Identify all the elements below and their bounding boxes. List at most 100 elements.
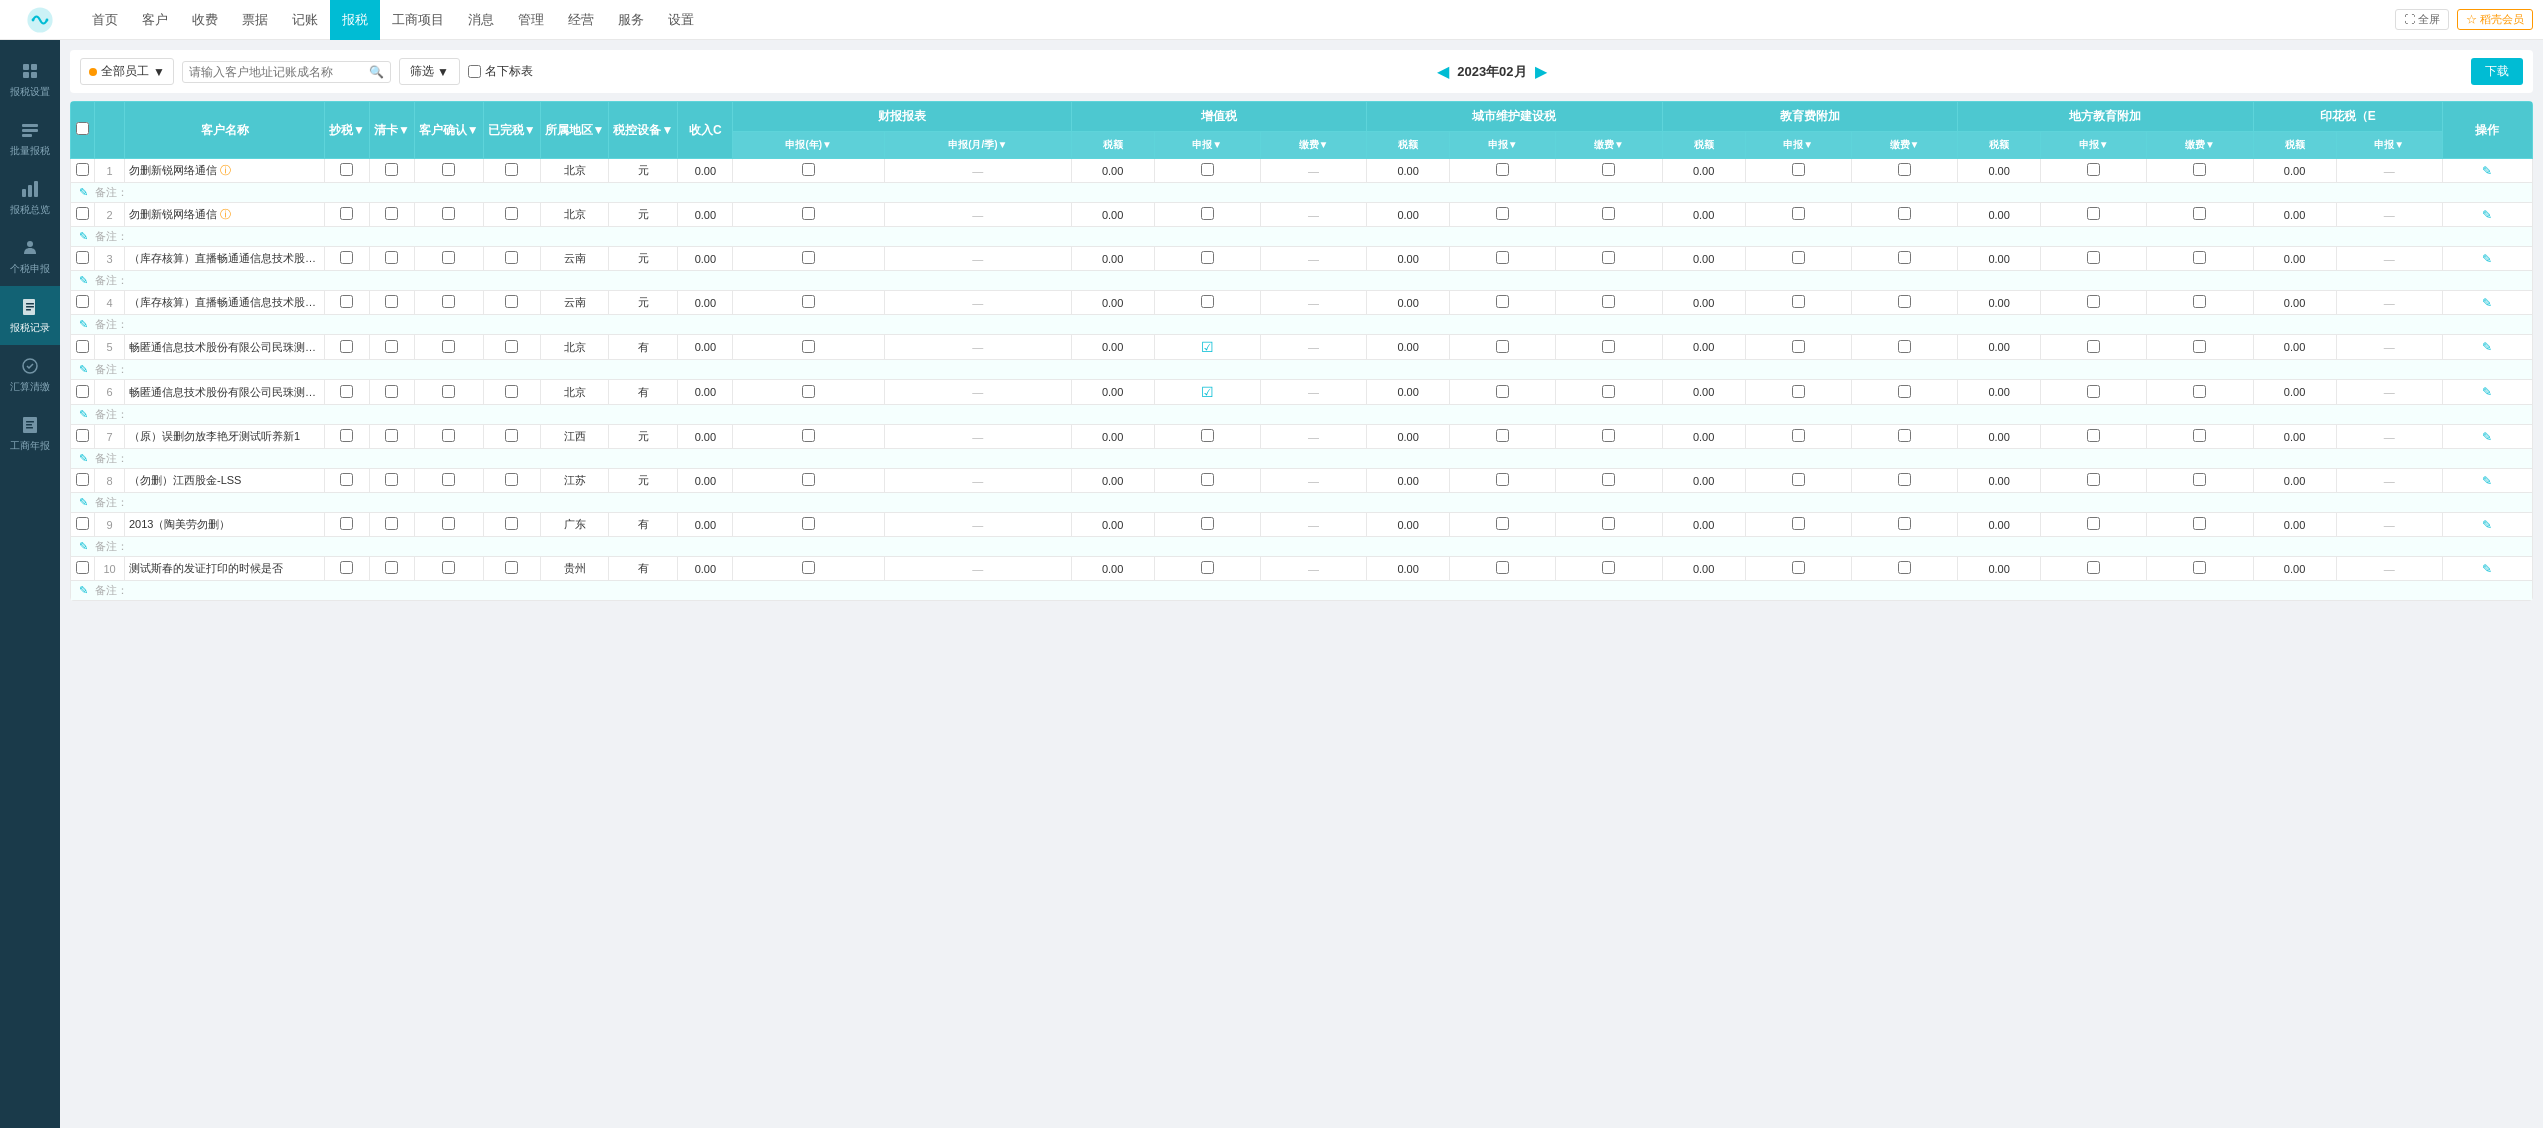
sidebar-item-tax-settings[interactable]: 报税设置 [0,50,60,109]
search-icon[interactable]: 🔍 [369,65,384,79]
edit-button-5[interactable]: ✎ [2482,340,2492,354]
row-index: 2 [95,203,125,227]
row-index: 1 [95,159,125,183]
nav-management[interactable]: 管理 [506,0,556,40]
remark-edit-icon[interactable]: ✎ [79,363,88,375]
sidebar-item-personal-tax[interactable]: 个税申报 [0,227,60,286]
nav-home[interactable]: 首页 [80,0,130,40]
named-checkbox[interactable] [468,65,481,78]
clear-card-cell [369,203,414,227]
row-checkbox-9[interactable] [76,517,89,530]
row-checkbox-8[interactable] [76,473,89,486]
remark-edit-icon[interactable]: ✎ [79,540,88,552]
edu-declare-cell [1745,425,1851,449]
edit-button-10[interactable]: ✎ [2482,562,2492,576]
remark-edit-icon[interactable]: ✎ [79,584,88,596]
paid-tax-cell [483,291,540,315]
urban-pay-cell [1556,557,1662,581]
sidebar-item-tax-overview[interactable]: 报税总览 [0,168,60,227]
edit-button-9[interactable]: ✎ [2482,518,2492,532]
tax-device-cell: 有 [609,513,678,537]
nav-customer[interactable]: 客户 [130,0,180,40]
remark-edit-icon[interactable]: ✎ [79,274,88,286]
row-checkbox-1[interactable] [76,163,89,176]
sidebar-item-tax-record[interactable]: 报税记录 [0,286,60,345]
nav-tax[interactable]: 报税 [330,0,380,40]
svg-rect-5 [23,72,29,78]
clear-card-cell [369,425,414,449]
tax-device-cell: 元 [609,425,678,449]
nav-accounting[interactable]: 记账 [280,0,330,40]
row-checkbox-6[interactable] [76,385,89,398]
warn-icon: ⓘ [319,341,324,353]
nav-message[interactable]: 消息 [456,0,506,40]
nav-operation[interactable]: 经营 [556,0,606,40]
local-edu-declare-cell [2041,203,2147,227]
edit-button-6[interactable]: ✎ [2482,385,2492,399]
search-input[interactable] [189,65,369,79]
fin-month-cell: — [885,291,1072,315]
download-button[interactable]: 下载 [2471,58,2523,85]
remark-edit-icon[interactable]: ✎ [79,318,88,330]
vip-button[interactable]: ☆ 稻壳会员 [2457,9,2533,30]
remark-edit-icon[interactable]: ✎ [79,452,88,464]
edit-button-2[interactable]: ✎ [2482,208,2492,222]
row-checkbox-5[interactable] [76,340,89,353]
vat-amount-cell: 0.00 [1071,159,1154,183]
remark-edit-icon[interactable]: ✎ [79,186,88,198]
remark-edit-icon[interactable]: ✎ [79,230,88,242]
nav-business[interactable]: 工商项目 [380,0,456,40]
edit-button-7[interactable]: ✎ [2482,430,2492,444]
row-checkbox-4[interactable] [76,295,89,308]
remark-row: ✎ 备注： [71,315,2533,335]
edit-button-8[interactable]: ✎ [2482,474,2492,488]
row-checkbox-3[interactable] [76,251,89,264]
edu-declare-cell [1745,557,1851,581]
urban-amount-cell: 0.00 [1367,335,1450,360]
vat-amount-cell: 0.00 [1071,203,1154,227]
edit-button-4[interactable]: ✎ [2482,296,2492,310]
remark-cell: ✎ 备注： [71,271,2533,291]
edu-amount-cell: 0.00 [1662,469,1745,493]
th-edu-pay: 缴费▼ [1851,132,1957,159]
th-edu-declare: 申报▼ [1745,132,1851,159]
edu-amount-cell: 0.00 [1662,380,1745,405]
vat-amount-cell: 0.00 [1071,425,1154,449]
row-index: 4 [95,291,125,315]
edit-button-3[interactable]: ✎ [2482,252,2492,266]
th-stamp-tax: 印花税（E [2253,102,2442,132]
urban-pay-cell [1556,513,1662,537]
row-select-checkbox-cell [71,469,95,493]
svg-rect-15 [26,303,34,305]
remark-text: 备注： [95,452,128,464]
select-all-checkbox[interactable] [76,122,89,135]
employee-filter-select[interactable]: 全部员工 ▼ [80,58,174,85]
stamp-amount-cell: 0.00 [2253,469,2336,493]
warn-icon: ⓘ [220,164,231,176]
sidebar-item-batch-tax[interactable]: 批量报税 [0,109,60,168]
remark-edit-icon[interactable]: ✎ [79,408,88,420]
nav-settings[interactable]: 设置 [656,0,706,40]
fullscreen-button[interactable]: ⛶ 全屏 [2395,9,2449,30]
clear-card-cell [369,159,414,183]
nav-service[interactable]: 服务 [606,0,656,40]
filter-button[interactable]: 筛选 ▼ [399,58,460,85]
row-index: 9 [95,513,125,537]
remark-text: 备注： [95,584,128,596]
nav-invoice[interactable]: 票据 [230,0,280,40]
checkbox-named-label[interactable]: 名下标表 [468,63,533,80]
row-checkbox-10[interactable] [76,561,89,574]
th-financial-month: 申报(月/季)▼ [885,132,1072,159]
sidebar-item-settlement[interactable]: 汇算清缴 [0,345,60,404]
current-date: 2023年02月 [1457,63,1526,81]
sidebar-item-annual-report[interactable]: 工商年报 [0,404,60,463]
stamp-amount-cell: 0.00 [2253,513,2336,537]
urban-amount-cell: 0.00 [1367,203,1450,227]
row-checkbox-7[interactable] [76,429,89,442]
remark-edit-icon[interactable]: ✎ [79,496,88,508]
prev-month-button[interactable]: ◀ [1437,62,1449,81]
nav-billing[interactable]: 收费 [180,0,230,40]
next-month-button[interactable]: ▶ [1535,62,1547,81]
edit-button-1[interactable]: ✎ [2482,164,2492,178]
row-checkbox-2[interactable] [76,207,89,220]
